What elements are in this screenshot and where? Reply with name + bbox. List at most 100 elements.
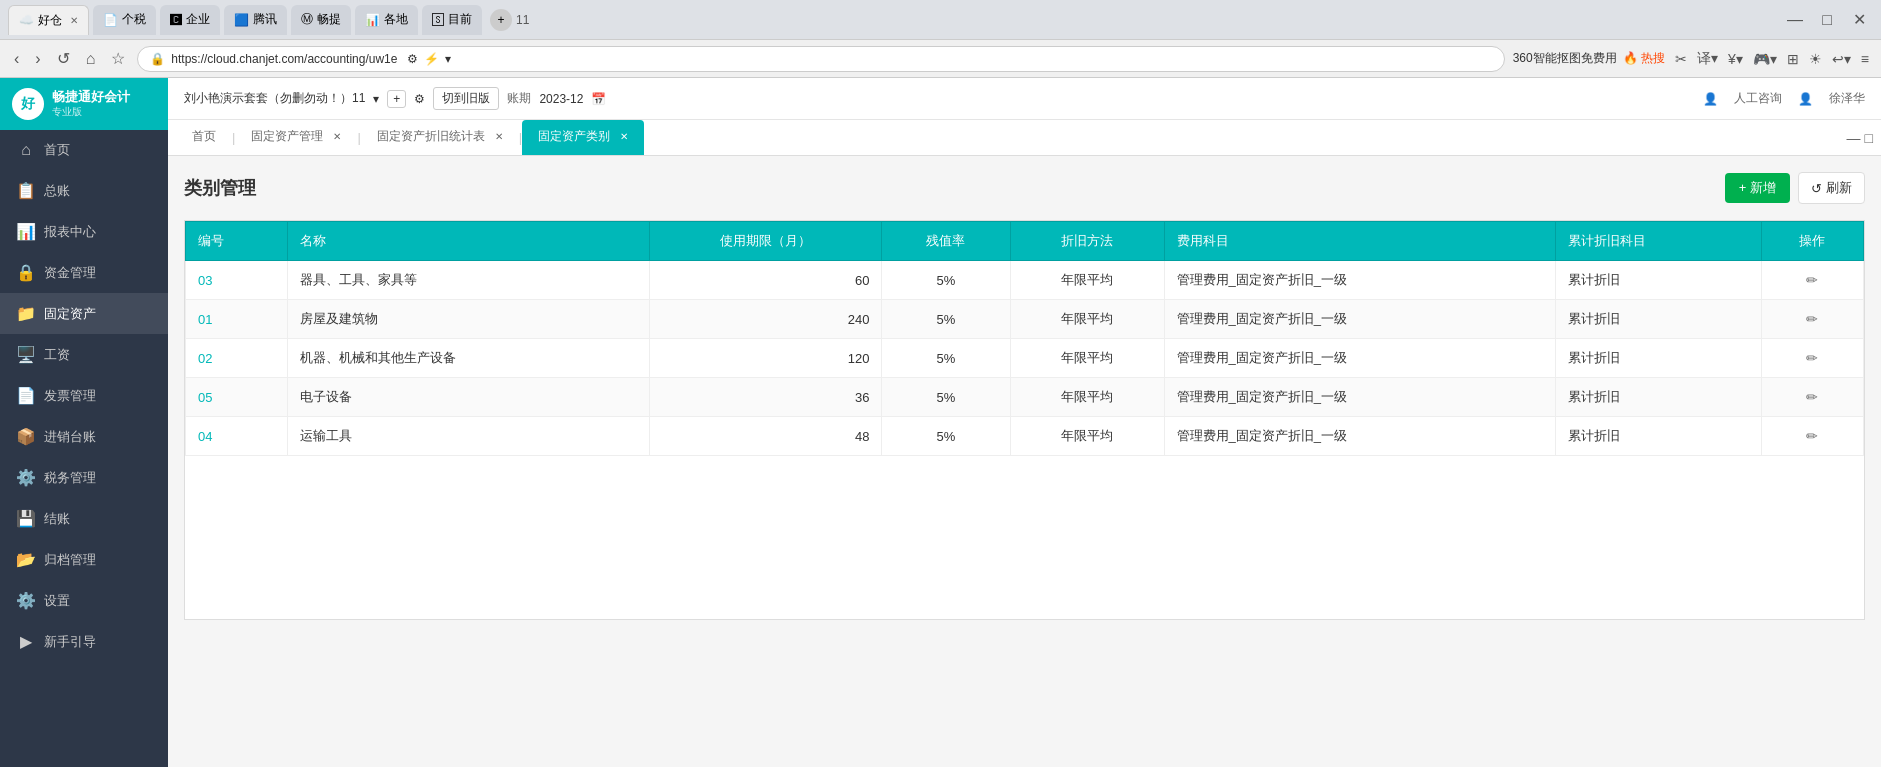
logo-name: 畅捷通好会计 <box>52 89 130 105</box>
cell-expense: 管理费用_固定资产折旧_一级 <box>1164 261 1555 300</box>
page-title: 类别管理 <box>184 176 256 200</box>
sidebar-item-salary[interactable]: 🖥️ 工资 <box>0 334 168 375</box>
calendar-icon[interactable]: 📅 <box>591 92 606 106</box>
browser-tab-geshu[interactable]: 📄 个税 <box>93 5 156 35</box>
code-link[interactable]: 03 <box>198 273 212 288</box>
scissors-icon[interactable]: ✂ <box>1673 49 1689 69</box>
cell-expense: 管理费用_固定资产折旧_一级 <box>1164 378 1555 417</box>
game-icon[interactable]: 🎮▾ <box>1751 49 1779 69</box>
top-bar: 刘小艳演示套套（勿删勿动！）11 ▾ + ⚙ 切到旧版 账期 2023-12 📅… <box>168 78 1881 120</box>
hot-label: 🔥 热搜 <box>1623 50 1665 67</box>
sidebar-item-home[interactable]: ⌂ 首页 <box>0 130 168 170</box>
tab-asset-category[interactable]: 固定资产类别 ✕ <box>522 120 644 155</box>
browser-tab-active[interactable]: ☁️ 好仓 ✕ <box>8 5 89 35</box>
code-link[interactable]: 02 <box>198 351 212 366</box>
sidebar-label-ledger: 总账 <box>44 182 70 200</box>
top-bar-right: 👤 人工咨询 👤 徐泽华 <box>1703 90 1865 107</box>
invoice-icon: 📄 <box>16 386 36 405</box>
sidebar-item-invoice[interactable]: 📄 发票管理 <box>0 375 168 416</box>
cell-accum: 累计折旧 <box>1555 261 1761 300</box>
edit-icon[interactable]: ✏ <box>1806 311 1818 327</box>
edit-icon[interactable]: ✏ <box>1806 350 1818 366</box>
sidebar-item-settings[interactable]: ⚙️ 设置 <box>0 580 168 621</box>
sidebar-item-fixed[interactable]: 📁 固定资产 <box>0 293 168 334</box>
consult-label[interactable]: 人工咨询 <box>1734 90 1782 107</box>
tab-favicon: ☁️ <box>19 13 34 27</box>
browser-tab-gedi[interactable]: 📊 各地 <box>355 5 418 35</box>
toolbar-icons: ✂ 译▾ ¥▾ 🎮▾ ⊞ ☀ ↩▾ ≡ <box>1673 48 1871 70</box>
tab-minimize-icon[interactable]: — <box>1847 130 1861 146</box>
translate-icon[interactable]: 译▾ <box>1695 48 1720 70</box>
sidebar-item-purchase[interactable]: 📦 进销台账 <box>0 416 168 457</box>
edit-icon[interactable]: ✏ <box>1806 428 1818 444</box>
sidebar-item-report[interactable]: 📊 报表中心 <box>0 211 168 252</box>
logo-sub: 专业版 <box>52 105 130 119</box>
switch-version-btn[interactable]: 切到旧版 <box>433 87 499 110</box>
cell-accum: 累计折旧 <box>1555 339 1761 378</box>
grid-icon[interactable]: ⊞ <box>1785 49 1801 69</box>
code-link[interactable]: 04 <box>198 429 212 444</box>
forward-btn[interactable]: › <box>31 48 44 70</box>
code-link[interactable]: 01 <box>198 312 212 327</box>
content-area: 类别管理 + 新增 ↺ 刷新 编号 名称 使用期限（月） <box>168 156 1881 767</box>
tab-label: 腾讯 <box>253 11 277 28</box>
tab-home[interactable]: 首页 <box>176 120 232 155</box>
cell-name: 运输工具 <box>288 417 650 456</box>
settings-icon[interactable]: ⚙ <box>414 92 425 106</box>
cell-code: 05 <box>186 378 288 417</box>
tab-favicon: 🅂 <box>432 13 444 27</box>
browser-tab-tengxun[interactable]: 🟦 腾讯 <box>224 5 287 35</box>
coin-icon[interactable]: ¥▾ <box>1726 49 1745 69</box>
app-layout: 好 畅捷通好会计 专业版 ⌂ 首页 📋 总账 📊 报表中心 🔒 资金管理 📁 固… <box>0 78 1881 767</box>
new-tab-btn[interactable]: + <box>490 9 512 31</box>
code-link[interactable]: 05 <box>198 390 212 405</box>
archive-icon: 📂 <box>16 550 36 569</box>
browser-tab-mubiao[interactable]: 🅂 目前 <box>422 5 482 35</box>
sidebar-item-guide[interactable]: ▶ 新手引导 <box>0 621 168 662</box>
col-header-method: 折旧方法 <box>1010 222 1164 261</box>
cell-code: 04 <box>186 417 288 456</box>
cell-residual: 5% <box>882 261 1010 300</box>
tab-close-depreciation-stats[interactable]: ✕ <box>495 131 503 142</box>
tab-maximize-icon[interactable]: □ <box>1865 130 1873 146</box>
browser-tab-qiye[interactable]: 🅲 企业 <box>160 5 220 35</box>
undo-icon[interactable]: ↩▾ <box>1830 49 1853 69</box>
cell-accum: 累计折旧 <box>1555 300 1761 339</box>
dropdown-arrow[interactable]: ▾ <box>373 92 379 106</box>
edit-icon[interactable]: ✏ <box>1806 272 1818 288</box>
period-label: 账期 <box>507 90 531 107</box>
add-button[interactable]: + 新增 <box>1725 173 1790 203</box>
sidebar-item-capital[interactable]: 🔒 资金管理 <box>0 252 168 293</box>
plus-icon[interactable]: + <box>387 90 406 108</box>
reload-btn[interactable]: ↺ <box>53 47 74 70</box>
search-area[interactable]: 360智能抠图免费用 🔥 热搜 <box>1513 50 1665 67</box>
tab-close-asset-category[interactable]: ✕ <box>620 131 628 142</box>
back-btn[interactable]: ‹ <box>10 48 23 70</box>
sidebar-item-tax[interactable]: ⚙️ 税务管理 <box>0 457 168 498</box>
cell-name: 房屋及建筑物 <box>288 300 650 339</box>
minimize-btn[interactable]: — <box>1781 6 1809 34</box>
window-close-btn[interactable]: ✕ <box>1845 6 1873 34</box>
guide-icon: ▶ <box>16 632 36 651</box>
sun-icon[interactable]: ☀ <box>1807 49 1824 69</box>
refresh-button[interactable]: ↺ 刷新 <box>1798 172 1865 204</box>
tab-depreciation-stats[interactable]: 固定资产折旧统计表 ✕ <box>361 120 519 155</box>
tab-fixed-mgmt[interactable]: 固定资产管理 ✕ <box>235 120 357 155</box>
menu-icon[interactable]: ≡ <box>1859 49 1871 69</box>
sidebar-item-archive[interactable]: 📂 归档管理 <box>0 539 168 580</box>
bookmark-btn[interactable]: ☆ <box>107 47 129 70</box>
edit-icon[interactable]: ✏ <box>1806 389 1818 405</box>
restore-btn[interactable]: □ <box>1813 6 1841 34</box>
tab-close-fixed-mgmt[interactable]: ✕ <box>333 131 341 142</box>
sidebar-item-ledger[interactable]: 📋 总账 <box>0 170 168 211</box>
sidebar-item-settle[interactable]: 💾 结账 <box>0 498 168 539</box>
browser-tab-changtie[interactable]: Ⓜ 畅提 <box>291 5 351 35</box>
address-bar-row: ‹ › ↺ ⌂ ☆ 🔒 https://cloud.chanjet.com/ac… <box>0 40 1881 78</box>
tab-favicon: 📊 <box>365 13 380 27</box>
cell-period: 48 <box>650 417 882 456</box>
cell-action: ✏ <box>1761 378 1863 417</box>
address-input[interactable]: 🔒 https://cloud.chanjet.com/accounting/u… <box>137 46 1504 72</box>
home-btn[interactable]: ⌂ <box>82 48 100 70</box>
tab-close-icon[interactable]: ✕ <box>70 15 78 26</box>
header-actions: + 新增 ↺ 刷新 <box>1725 172 1865 204</box>
